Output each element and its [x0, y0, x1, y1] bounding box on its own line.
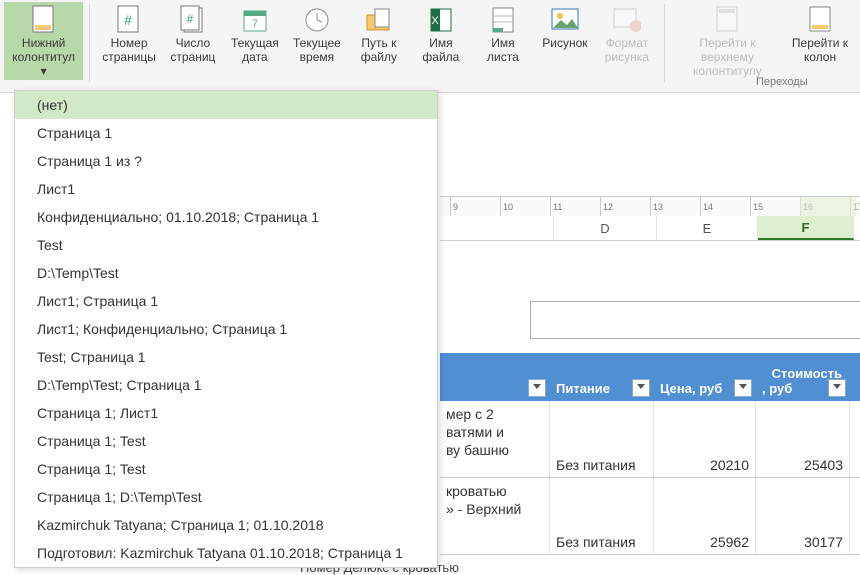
cell-room[interactable]: кроватью » - Верхний	[440, 478, 550, 554]
col-header-f[interactable]: F	[758, 216, 854, 240]
cell-food[interactable]: Без питания	[550, 478, 654, 554]
footer-preset-item[interactable]: Страница 1; D:\Temp\Test	[15, 483, 437, 511]
folder-file-icon	[365, 6, 393, 34]
goto-footer-icon	[806, 6, 834, 34]
cell-price[interactable]: 20210	[654, 401, 756, 477]
ribbon-group-elements: # Номер страницы # Число страниц 7 Текущ…	[96, 2, 658, 66]
calendar-icon: 7	[241, 6, 269, 34]
footer-preset-item[interactable]: Лист1; Страница 1	[15, 287, 437, 315]
file-name-button[interactable]: X Имя файла	[410, 2, 472, 66]
worksheet-area: D E F Питание Цена, руб Стоимость, руб м…	[440, 216, 860, 572]
table-header-row: Питание Цена, руб Стоимость, руб	[440, 353, 860, 401]
ruler-tick: 9	[450, 197, 458, 217]
footer-preset-item[interactable]: Страница 1; Лист1	[15, 399, 437, 427]
sheet-name-button[interactable]: Имя листа	[472, 2, 534, 66]
footer-preset-item[interactable]: Лист1	[15, 175, 437, 203]
file-path-button[interactable]: Путь к файлу	[348, 2, 410, 66]
svg-text:#: #	[124, 12, 132, 28]
goto-header-button: Перейти к верхнему колонтитулу	[671, 2, 784, 80]
picture-button[interactable]: Рисунок	[534, 2, 596, 52]
th-partial	[440, 353, 550, 401]
sheet-icon	[489, 6, 517, 34]
footer-preset-item[interactable]: D:\Temp\Test; Страница 1	[15, 371, 437, 399]
footer-preset-item[interactable]: Конфиденциально; 01.10.2018; Страница 1	[15, 203, 437, 231]
col-header-e[interactable]: E	[657, 216, 758, 240]
col-header-c[interactable]	[440, 216, 554, 240]
header-footer-frame[interactable]	[530, 301, 860, 339]
ribbon: Нижний колонтитул ▾ # Номер страницы # Ч…	[0, 0, 860, 93]
clock-icon	[303, 6, 331, 34]
svg-text:7: 7	[252, 18, 258, 30]
ruler-tick: 13	[650, 197, 663, 217]
page-number-button[interactable]: # Номер страницы	[96, 2, 162, 66]
footer-preset-item[interactable]: Страница 1; Test	[15, 427, 437, 455]
cell-price[interactable]: 25962	[654, 478, 756, 554]
th-cost[interactable]: Стоимость, руб	[756, 353, 850, 401]
ribbon-group-navigation: Перейти к верхнему колонтитулу Перейти к…	[671, 2, 856, 80]
page-count-button[interactable]: # Число страниц	[162, 2, 224, 66]
footer-preset-item[interactable]: Страница 1	[15, 119, 437, 147]
svg-text:#: #	[187, 12, 194, 26]
column-headers: D E F	[440, 216, 860, 241]
footer-preset-item[interactable]: Kazmirchuk Tatyana; Страница 1; 01.10.20…	[15, 511, 437, 539]
footer-preset-item[interactable]: Подготовил: Kazmirchuk Tatyana 01.10.201…	[15, 539, 437, 567]
col-header-d[interactable]: D	[554, 216, 657, 240]
footer-label: Нижний колонтитул ▾	[10, 36, 77, 78]
current-date-button[interactable]: 7 Текущая дата	[224, 2, 286, 66]
ruler-tick: 14	[700, 197, 713, 217]
ruler-tick: 12	[600, 197, 613, 217]
filter-icon[interactable]	[528, 379, 546, 397]
footer-preset-item[interactable]: Страница 1 из ?	[15, 147, 437, 175]
filter-icon[interactable]	[632, 379, 650, 397]
current-time-button[interactable]: Текущее время	[286, 2, 348, 66]
cell-cost[interactable]: 25403	[756, 401, 850, 477]
ruler-tick: 15	[750, 197, 763, 217]
footer-preset-item[interactable]: Test	[15, 231, 437, 259]
footer-presets-dropdown[interactable]: (нет)Страница 1Страница 1 из ?Лист1 Конф…	[14, 90, 438, 568]
filter-icon[interactable]	[734, 379, 752, 397]
svg-text:X: X	[431, 15, 439, 27]
excel-file-icon: X	[427, 6, 455, 34]
cell-cost[interactable]: 30177	[756, 478, 850, 554]
footer-preset-item[interactable]: D:\Temp\Test	[15, 259, 437, 287]
goto-header-icon	[713, 6, 741, 34]
page-number-icon: #	[115, 6, 143, 34]
table-row[interactable]: кроватью » - Верхний Без питания 25962 3…	[440, 478, 860, 555]
ribbon-group-header-footer: Нижний колонтитул ▾	[4, 2, 83, 80]
footer-preset-item[interactable]: Test; Страница 1	[15, 343, 437, 371]
page-count-icon: #	[179, 6, 207, 34]
goto-footer-button[interactable]: Перейти к колон	[784, 2, 856, 66]
ruler-tick: 11	[550, 197, 562, 217]
horizontal-ruler: 91011121314151617	[440, 196, 860, 218]
picture-format-icon	[613, 6, 641, 34]
footer-preset-item[interactable]: Страница 1; Test	[15, 455, 437, 483]
table-row[interactable]: мер с 2 ватями и ву башню Без питания 20…	[440, 401, 860, 478]
cell-food[interactable]: Без питания	[550, 401, 654, 477]
cell-room[interactable]: мер с 2 ватями и ву башню	[440, 401, 550, 477]
th-price[interactable]: Цена, руб	[654, 353, 756, 401]
filter-icon[interactable]	[828, 379, 846, 397]
footer-button[interactable]: Нижний колонтитул ▾	[4, 2, 83, 80]
footer-icon	[30, 6, 58, 34]
footer-preset-item[interactable]: (нет)	[15, 91, 437, 119]
footer-preset-item[interactable]: Лист1; Конфиденциально; Страница 1	[15, 315, 437, 343]
ribbon-separator	[89, 4, 90, 82]
ruler-tick: 10	[500, 197, 513, 217]
picture-icon	[551, 6, 579, 34]
th-food[interactable]: Питание	[550, 353, 654, 401]
group-caption-navigation: Переходы	[756, 76, 808, 88]
ribbon-separator-2	[664, 4, 665, 82]
picture-format-button: Формат рисунка	[596, 2, 658, 66]
